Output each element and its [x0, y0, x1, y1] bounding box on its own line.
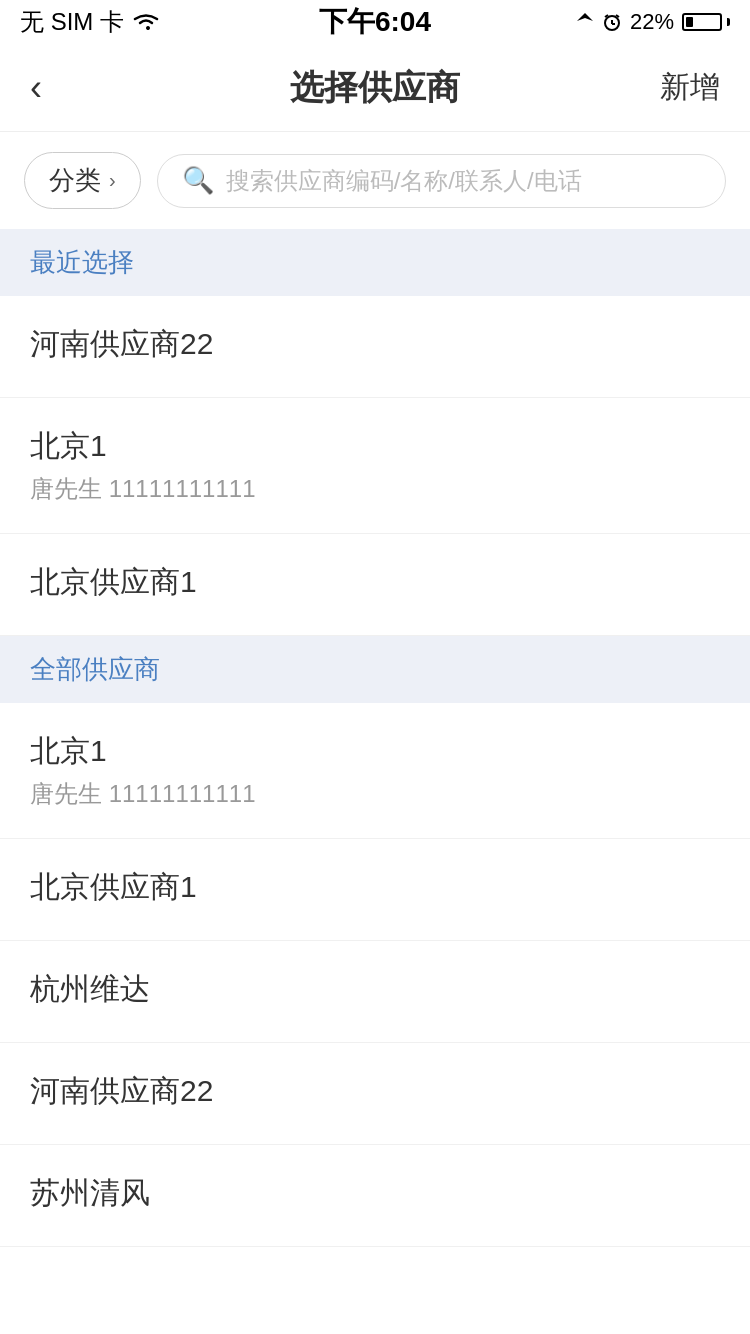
- item-name: 北京1: [30, 426, 720, 467]
- nav-bar: ‹ 选择供应商 新增: [0, 44, 750, 132]
- status-left: 无 SIM 卡: [20, 6, 160, 38]
- section-header-1: 全部供应商: [0, 636, 750, 703]
- category-label: 分类: [49, 163, 101, 198]
- battery-tip: [727, 18, 730, 26]
- item-name: 北京供应商1: [30, 867, 720, 908]
- search-icon: 🔍: [182, 165, 214, 196]
- list-item[interactable]: 杭州维达: [0, 941, 750, 1043]
- list-item[interactable]: 河南供应商22: [0, 1043, 750, 1145]
- sim-text: 无 SIM 卡: [20, 6, 124, 38]
- battery-percent: 22%: [630, 9, 674, 35]
- list-item[interactable]: 北京供应商1: [0, 839, 750, 941]
- item-name: 北京1: [30, 731, 720, 772]
- category-button[interactable]: 分类 ›: [24, 152, 141, 209]
- page-title: 选择供应商: [290, 65, 460, 111]
- list-item[interactable]: 北京1 唐先生 11111111111: [0, 703, 750, 839]
- list-item[interactable]: 北京1 唐先生 11111111111: [0, 398, 750, 534]
- chevron-right-icon: ›: [109, 169, 116, 192]
- item-name: 杭州维达: [30, 969, 720, 1010]
- battery-box: [682, 13, 730, 31]
- section-header-0: 最近选择: [0, 229, 750, 296]
- list-item[interactable]: 河南供应商22: [0, 296, 750, 398]
- search-placeholder: 搜索供应商编码/名称/联系人/电话: [226, 165, 582, 197]
- item-name: 苏州清风: [30, 1173, 720, 1214]
- filter-bar: 分类 › 🔍 搜索供应商编码/名称/联系人/电话: [0, 132, 750, 229]
- back-button[interactable]: ‹: [30, 67, 90, 109]
- list-item[interactable]: 苏州清风: [0, 1145, 750, 1247]
- location-icon: [576, 12, 594, 32]
- item-name: 河南供应商22: [30, 1071, 720, 1112]
- add-button[interactable]: 新增: [660, 67, 720, 108]
- wifi-icon: [132, 12, 160, 32]
- list-item[interactable]: 北京供应商1: [0, 534, 750, 636]
- status-bar: 无 SIM 卡 下午6:04 22%: [0, 0, 750, 44]
- sections-container: 最近选择河南供应商22 北京1 唐先生 11111111111 北京供应商1 全部供应商…: [0, 229, 750, 1247]
- status-time: 下午6:04: [319, 3, 431, 41]
- alarm-icon: [602, 12, 622, 32]
- item-name: 河南供应商22: [30, 324, 720, 365]
- item-name: 北京供应商1: [30, 562, 720, 603]
- status-right: 22%: [576, 9, 730, 35]
- item-sub: 唐先生 11111111111: [30, 473, 720, 505]
- item-sub: 唐先生 11111111111: [30, 778, 720, 810]
- battery-rect: [682, 13, 722, 31]
- search-box[interactable]: 🔍 搜索供应商编码/名称/联系人/电话: [157, 154, 726, 208]
- battery-fill: [686, 17, 693, 27]
